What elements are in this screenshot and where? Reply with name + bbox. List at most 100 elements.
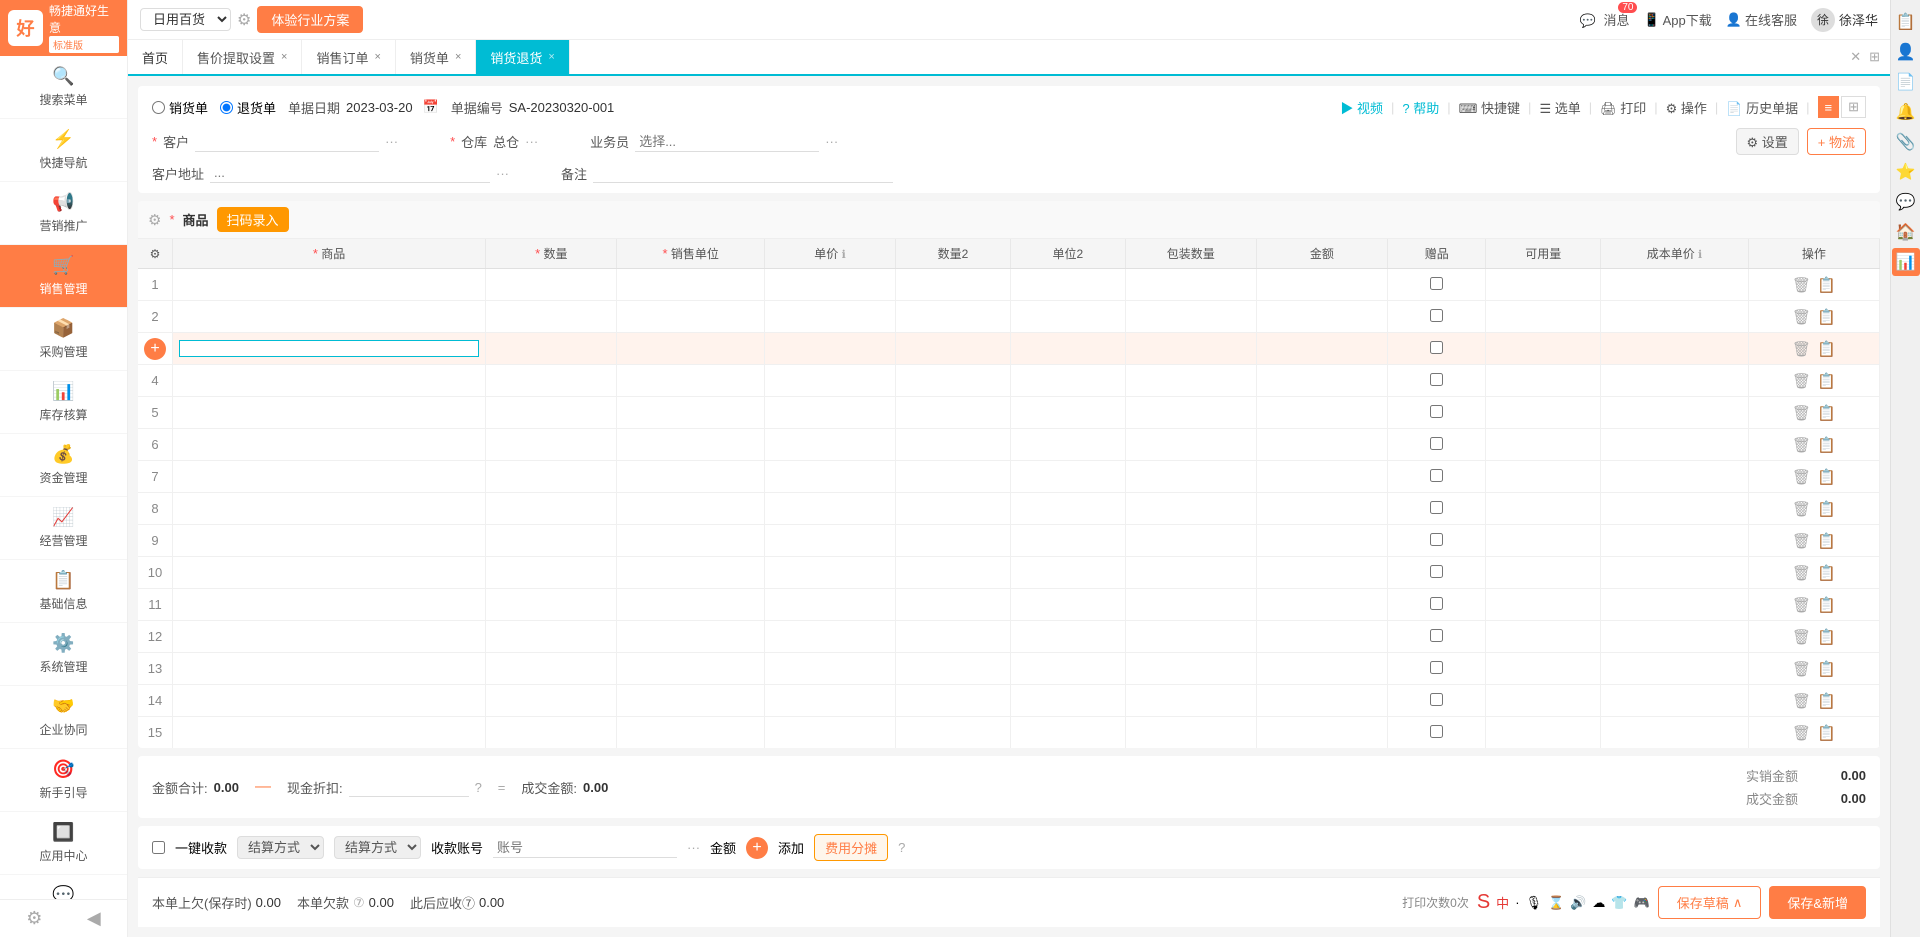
tab-sales-order[interactable]: 销售订单 × xyxy=(302,40,395,74)
industry-select[interactable]: 日用百货 xyxy=(140,8,231,31)
sidebar-item-sales[interactable]: 🛒 销售管理 xyxy=(0,245,127,308)
data-cell[interactable] xyxy=(1486,397,1601,429)
help-btn[interactable]: ? 帮助 xyxy=(1402,98,1439,117)
radio-return-bill[interactable]: 退货单 xyxy=(220,98,276,117)
data-cell[interactable] xyxy=(1486,269,1601,301)
data-cell[interactable] xyxy=(1256,653,1387,685)
sidebar-item-operations[interactable]: 📈 经营管理 xyxy=(0,497,127,560)
data-cell[interactable] xyxy=(1256,301,1387,333)
product-cell[interactable] xyxy=(173,397,486,429)
copy-icon[interactable]: 📋 xyxy=(1817,533,1836,550)
data-cell[interactable] xyxy=(1601,493,1749,525)
data-cell[interactable] xyxy=(764,269,895,301)
gift-checkbox[interactable] xyxy=(1430,437,1443,450)
history-btn[interactable]: 📄 历史单据 xyxy=(1726,98,1798,117)
rp-icon-6[interactable]: ⭐ xyxy=(1892,158,1920,186)
data-cell[interactable] xyxy=(896,589,1011,621)
scan-input-button[interactable]: 扫码录入 xyxy=(217,207,289,232)
data-cell[interactable] xyxy=(764,589,895,621)
copy-icon[interactable]: 📋 xyxy=(1817,437,1836,454)
user-profile[interactable]: 徐 徐泽华 xyxy=(1811,8,1878,32)
data-cell[interactable] xyxy=(1010,557,1125,589)
delete-icon[interactable]: 🗑 xyxy=(1792,309,1811,326)
product-cell[interactable] xyxy=(173,301,486,333)
sidebar-item-inventory[interactable]: 📊 库存核算 xyxy=(0,371,127,434)
tab-close-all[interactable]: ✕ ⊞ xyxy=(1840,40,1890,74)
customer-input[interactable] xyxy=(195,132,379,152)
video-btn[interactable]: ▶ 视频 xyxy=(1340,98,1383,117)
rp-icon-3[interactable]: 📄 xyxy=(1892,68,1920,96)
data-cell[interactable] xyxy=(486,301,617,333)
sidebar-item-collab[interactable]: 🤝 企业协同 xyxy=(0,686,127,749)
payment-help-icon[interactable]: ? xyxy=(898,840,905,855)
gift-checkbox[interactable] xyxy=(1430,629,1443,642)
copy-icon[interactable]: 📋 xyxy=(1817,405,1836,422)
data-cell[interactable] xyxy=(896,429,1011,461)
data-cell[interactable] xyxy=(1125,365,1256,397)
data-cell[interactable] xyxy=(1125,333,1256,365)
close-icon[interactable]: × xyxy=(548,51,554,63)
sidebar-item-quicknav[interactable]: ⚡ 快捷导航 xyxy=(0,119,127,182)
delete-icon[interactable]: 🗑 xyxy=(1792,405,1811,422)
data-cell[interactable] xyxy=(1125,301,1256,333)
data-cell[interactable] xyxy=(1486,365,1601,397)
settings-button[interactable]: ⚙ 设置 xyxy=(1736,128,1799,155)
data-cell[interactable] xyxy=(486,429,617,461)
data-cell[interactable] xyxy=(896,525,1011,557)
data-cell[interactable] xyxy=(1486,493,1601,525)
copy-icon[interactable]: 📋 xyxy=(1817,373,1836,390)
data-cell[interactable] xyxy=(1010,301,1125,333)
data-cell[interactable] xyxy=(1125,525,1256,557)
radio-return-bill-input[interactable] xyxy=(220,101,233,114)
data-cell[interactable] xyxy=(1256,525,1387,557)
data-cell[interactable] xyxy=(1601,557,1749,589)
data-cell[interactable] xyxy=(1010,429,1125,461)
data-cell[interactable] xyxy=(1125,717,1256,749)
copy-icon[interactable]: 📋 xyxy=(1817,725,1836,742)
warehouse-dots-btn[interactable]: ··· xyxy=(525,134,538,149)
data-cell[interactable] xyxy=(486,717,617,749)
product-cell[interactable] xyxy=(173,717,486,749)
product-cell[interactable] xyxy=(173,589,486,621)
product-cell[interactable] xyxy=(173,621,486,653)
data-cell[interactable] xyxy=(1486,525,1601,557)
tab-home[interactable]: 首页 xyxy=(128,40,183,74)
data-cell[interactable] xyxy=(1486,461,1601,493)
sidebar-item-guide[interactable]: 🎯 新手引导 xyxy=(0,749,127,812)
delete-icon[interactable]: 🗑 xyxy=(1792,597,1811,614)
data-cell[interactable] xyxy=(1125,397,1256,429)
data-cell[interactable] xyxy=(764,301,895,333)
data-cell[interactable] xyxy=(1486,717,1601,749)
gift-checkbox[interactable] xyxy=(1430,725,1443,738)
copy-icon[interactable]: 📋 xyxy=(1817,693,1836,710)
tab-price-settings[interactable]: 售价提取设置 × xyxy=(183,40,302,74)
data-cell[interactable] xyxy=(1601,365,1749,397)
copy-icon[interactable]: 📋 xyxy=(1817,661,1836,678)
data-cell[interactable] xyxy=(896,365,1011,397)
data-cell[interactable] xyxy=(896,685,1011,717)
discount-help-icon[interactable]: ? xyxy=(475,780,482,795)
data-cell[interactable] xyxy=(1256,589,1387,621)
delete-icon[interactable]: 🗑 xyxy=(1792,373,1811,390)
delete-icon[interactable]: 🗑 xyxy=(1792,661,1811,678)
data-cell[interactable] xyxy=(896,653,1011,685)
data-cell[interactable] xyxy=(1601,685,1749,717)
data-cell[interactable] xyxy=(1010,653,1125,685)
data-cell[interactable] xyxy=(1486,301,1601,333)
product-cell[interactable] xyxy=(173,269,486,301)
data-cell[interactable] xyxy=(1486,557,1601,589)
product-cell[interactable] xyxy=(173,685,486,717)
data-cell[interactable] xyxy=(1010,365,1125,397)
list-view-btn[interactable]: ≡ xyxy=(1818,96,1840,118)
data-cell[interactable] xyxy=(1010,525,1125,557)
copy-icon[interactable]: 📋 xyxy=(1817,277,1836,294)
gift-checkbox[interactable] xyxy=(1430,309,1443,322)
rp-icon-7[interactable]: 💬 xyxy=(1892,188,1920,216)
sidebar-item-system[interactable]: ⚙️ 系统管理 xyxy=(0,623,127,686)
data-cell[interactable] xyxy=(1601,621,1749,653)
account-dots-btn[interactable]: ··· xyxy=(687,840,700,855)
data-cell[interactable] xyxy=(1256,333,1387,365)
delete-icon[interactable]: 🗑 xyxy=(1792,565,1811,582)
close-icon[interactable]: × xyxy=(281,51,287,63)
data-cell[interactable] xyxy=(1256,365,1387,397)
